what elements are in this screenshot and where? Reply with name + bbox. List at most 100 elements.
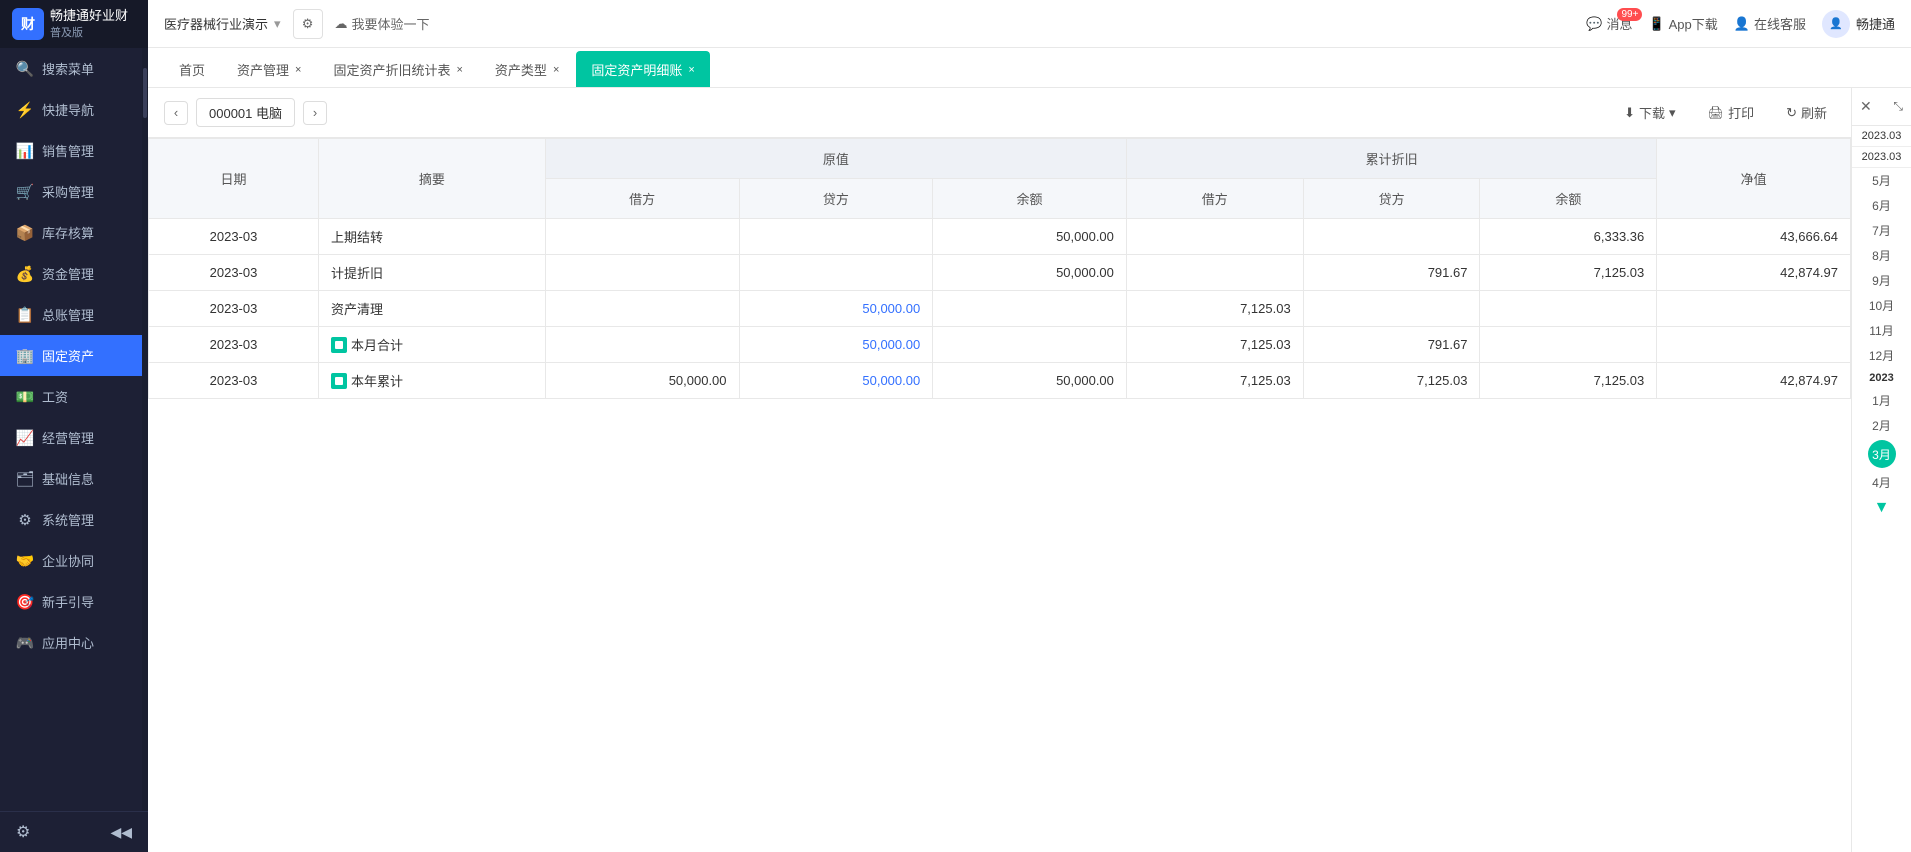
toolbar-left: ‹ 000001 电脑 ›	[164, 98, 327, 127]
sidebar-item-purchase[interactable]: 🛒 采购管理	[0, 171, 142, 212]
sidebar-label-purchase: 采购管理	[42, 182, 94, 201]
timeline-month-2[interactable]: 2月	[1852, 413, 1911, 438]
tab-asset-type-label: 资产类型	[495, 60, 547, 79]
header-gear-button[interactable]: ⚙	[293, 9, 323, 39]
app-download-button[interactable]: 📱 App下载	[1648, 14, 1717, 33]
timeline-date-top1: 2023.03	[1852, 126, 1911, 147]
tab-depreciation-stat[interactable]: 固定资产折旧统计表 ×	[318, 51, 477, 87]
row2-orig-credit	[739, 255, 933, 291]
tab-asset-type[interactable]: 资产类型 ×	[480, 51, 574, 87]
row4-accum-credit: 791.67	[1303, 327, 1480, 363]
messages-button[interactable]: 💬 消息 99+	[1586, 14, 1632, 33]
tab-depreciation-stat-close[interactable]: ×	[456, 64, 462, 76]
timeline-month-12[interactable]: 12月	[1852, 343, 1911, 368]
table-row: 2023-03 资产清理 50,000.00 7,125.03	[149, 291, 1851, 327]
prev-asset-button[interactable]: ‹	[164, 101, 188, 125]
online-service-button[interactable]: 👤 在线客服	[1734, 14, 1806, 33]
tab-home[interactable]: 首页	[164, 51, 220, 87]
sidebar-item-fixedasset[interactable]: 🏢 固定资产	[0, 335, 142, 376]
timeline-month-6[interactable]: 6月	[1852, 193, 1911, 218]
row3-orig-debit	[545, 291, 739, 327]
sidebar-item-system[interactable]: ⚙ 系统管理	[0, 499, 142, 540]
refresh-label: 刷新	[1801, 103, 1827, 122]
sidebar-item-quicknav[interactable]: ⚡ 快捷导航	[0, 89, 142, 130]
tab-asset-detail-label: 固定资产明细账	[591, 60, 682, 79]
right-panel-header: ✕ ⤡	[1852, 88, 1911, 126]
sidebar-label-appstore: 应用中心	[42, 633, 94, 652]
sidebar-item-ledger[interactable]: 📋 总账管理	[0, 294, 142, 335]
right-panel: ✕ ⤡ 2023.03 2023.03 5月 6月 7月 8月 9月 10月	[1851, 88, 1911, 852]
sidebar-item-basic[interactable]: 🗂 基础信息	[0, 458, 142, 499]
service-icon: 👤	[1734, 16, 1750, 32]
settings-icon[interactable]: ⚙	[16, 822, 30, 842]
col-accum-credit: 贷方	[1303, 179, 1480, 219]
toolbar: ‹ 000001 电脑 › ⬇ 下	[148, 88, 1851, 138]
sidebar-item-search[interactable]: 🔍 搜索菜单	[0, 48, 142, 89]
tab-asset-detail[interactable]: 固定资产明细账 ×	[576, 51, 709, 87]
project-dropdown-icon: ▾	[274, 16, 281, 32]
year-icon	[331, 373, 347, 389]
header-project[interactable]: 医疗器械行业演示 ▾	[164, 14, 281, 33]
col-orig-balance: 余额	[933, 179, 1127, 219]
header-right: 💬 消息 99+ 📱 App下载 👤 在线客服 👤 畅捷通	[1586, 10, 1895, 38]
col-net-value: 净值	[1657, 139, 1851, 219]
row5-orig-credit: 50,000.00	[739, 363, 933, 399]
sidebar-item-inventory[interactable]: 📦 库存核算	[0, 212, 142, 253]
timeline-month-11[interactable]: 11月	[1852, 318, 1911, 343]
next-asset-button[interactable]: ›	[303, 101, 327, 125]
row3-orig-credit: 50,000.00	[739, 291, 933, 327]
timeline-month-3-circle[interactable]: 3月	[1868, 440, 1896, 468]
asset-code: 000001 电脑	[209, 106, 282, 121]
right-panel-close-button[interactable]: ✕	[1860, 98, 1872, 115]
sidebar-item-collab[interactable]: 🤝 企业协同	[0, 540, 142, 581]
sidebar-label-guide: 新手引导	[42, 592, 94, 611]
timeline-month-8[interactable]: 8月	[1852, 243, 1911, 268]
tab-asset-detail-close[interactable]: ×	[688, 64, 694, 76]
download-arrow: ▾	[1669, 105, 1676, 121]
sidebar-item-sales[interactable]: 📊 销售管理	[0, 130, 142, 171]
tab-asset-type-close[interactable]: ×	[553, 64, 559, 76]
basic-icon: 🗂	[16, 470, 34, 488]
sidebar-item-finance[interactable]: 💰 资金管理	[0, 253, 142, 294]
refresh-button[interactable]: ↻ 刷新	[1778, 99, 1835, 126]
content-area: ‹ 000001 电脑 › ⬇ 下	[148, 88, 1911, 852]
timeline-month-4[interactable]: 4月	[1852, 470, 1911, 495]
row5-accum-credit: 7,125.03	[1303, 363, 1480, 399]
sidebar-item-salary[interactable]: 💵 工资	[0, 376, 142, 417]
download-label: 下载	[1639, 103, 1665, 122]
row1-orig-debit	[545, 219, 739, 255]
toolbar-right: ⬇ 下载 ▾ 🖨 打印 ↻ 刷新	[1616, 99, 1835, 126]
print-button[interactable]: 🖨 打印	[1700, 99, 1763, 126]
row5-orig-balance: 50,000.00	[933, 363, 1127, 399]
sidebar-item-appstore[interactable]: 🎮 应用中心	[0, 622, 142, 663]
row2-accum-debit	[1126, 255, 1303, 291]
collapse-icon[interactable]: ◀◀	[110, 824, 132, 841]
row3-accum-credit	[1303, 291, 1480, 327]
tab-asset-mgmt-label: 资产管理	[237, 60, 289, 79]
col-summary: 摘要	[319, 139, 546, 219]
sidebar-item-guide[interactable]: 🎯 新手引导	[0, 581, 142, 622]
right-panel-expand-button[interactable]: ⤡	[1893, 99, 1903, 114]
quicknav-icon: ⚡	[16, 101, 34, 119]
header-experience[interactable]: ☁ 我要体验一下	[335, 14, 430, 33]
month-icon	[331, 337, 347, 353]
avatar: 👤	[1822, 10, 1850, 38]
timeline-month-7[interactable]: 7月	[1852, 218, 1911, 243]
cloud-icon: ☁	[335, 16, 348, 32]
timeline-month-1[interactable]: 1月	[1852, 388, 1911, 413]
gear-icon: ⚙	[302, 16, 314, 32]
timeline-month-10[interactable]: 10月	[1852, 293, 1911, 318]
download-button[interactable]: ⬇ 下载 ▾	[1616, 99, 1683, 126]
timeline-scroll-down[interactable]: ▼	[1852, 495, 1911, 521]
tab-asset-mgmt[interactable]: 资产管理 ×	[222, 51, 316, 87]
sidebar-label-inventory: 库存核算	[42, 223, 94, 242]
col-orig-credit: 贷方	[739, 179, 933, 219]
tab-asset-mgmt-close[interactable]: ×	[295, 64, 301, 76]
sidebar-label-search: 搜索菜单	[42, 59, 94, 78]
timeline-month-3-active[interactable]: 3月	[1852, 438, 1911, 470]
sidebar-item-operation[interactable]: 📈 经营管理	[0, 417, 142, 458]
timeline-month-9[interactable]: 9月	[1852, 268, 1911, 293]
user-profile[interactable]: 👤 畅捷通	[1822, 10, 1895, 38]
col-original-value: 原值	[545, 139, 1126, 179]
timeline-month-5[interactable]: 5月	[1852, 168, 1911, 193]
